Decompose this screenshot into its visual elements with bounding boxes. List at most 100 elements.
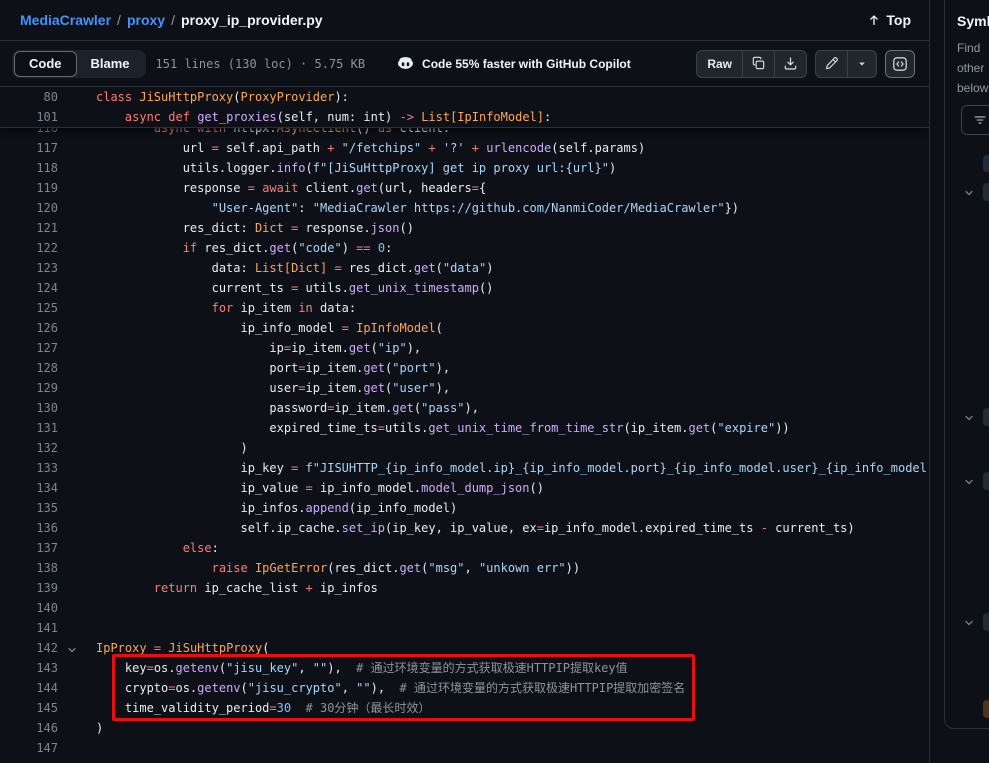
edit-file-button[interactable]	[816, 51, 847, 77]
code-text: "User-Agent": "MediaCrawler https://gith…	[96, 198, 929, 218]
line-number[interactable]: 132	[0, 438, 58, 458]
code-line: 121 res_dict: Dict = response.json()	[0, 218, 929, 238]
breadcrumb-separator: /	[171, 12, 175, 28]
line-number[interactable]: 134	[0, 478, 58, 498]
line-number[interactable]: 130	[0, 398, 58, 418]
symbol-kind-badge[interactable]	[983, 613, 989, 631]
sticky-scope-lines[interactable]: 80class JiSuHttpProxy(ProxyProvider):101…	[0, 87, 929, 128]
line-number[interactable]: 146	[0, 718, 58, 738]
gutter	[58, 358, 96, 378]
code-text: port=ip_item.get("port"),	[96, 358, 929, 378]
symbol-expand-chevron-icon[interactable]	[963, 411, 975, 429]
code-text: response = await client.get(url, headers…	[96, 178, 929, 198]
symbols-panel-description: Findotherbelow	[957, 38, 989, 98]
line-number[interactable]: 145	[0, 698, 58, 718]
line-number[interactable]: 120	[0, 198, 58, 218]
copy-raw-button[interactable]	[742, 51, 774, 77]
code-text: url = self.api_path + "/fetchips" + '?' …	[96, 138, 929, 158]
line-number[interactable]: 137	[0, 538, 58, 558]
line-number[interactable]: 135	[0, 498, 58, 518]
gutter	[58, 538, 96, 558]
code-line: 129 user=ip_item.get("user"),	[0, 378, 929, 398]
gutter	[58, 518, 96, 538]
code-line: 124 current_ts = utils.get_unix_timestam…	[0, 278, 929, 298]
code-text: )	[96, 718, 929, 738]
line-number[interactable]: 116	[0, 128, 58, 138]
symbol-kind-badge[interactable]	[983, 408, 989, 426]
gutter	[58, 87, 96, 107]
line-number[interactable]: 118	[0, 158, 58, 178]
code-text: current_ts = utils.get_unix_timestamp()	[96, 278, 929, 298]
code-line: 132 )	[0, 438, 929, 458]
gutter	[58, 598, 96, 618]
gutter	[58, 238, 96, 258]
code-text: async def get_proxies(self, num: int) ->…	[96, 107, 929, 127]
line-number[interactable]: 117	[0, 138, 58, 158]
symbol-expand-chevron-icon[interactable]	[963, 616, 975, 634]
line-number[interactable]: 138	[0, 558, 58, 578]
code-text: return ip_cache_list + ip_infos	[96, 578, 929, 598]
gutter	[58, 678, 96, 698]
symbols-panel-toggle[interactable]	[885, 50, 915, 78]
code-line: 120 "User-Agent": "MediaCrawler https://…	[0, 198, 929, 218]
breadcrumb-repo-link[interactable]: MediaCrawler	[20, 12, 111, 28]
line-number[interactable]: 127	[0, 338, 58, 358]
scroll-to-top-button[interactable]: Top	[867, 12, 911, 28]
line-number[interactable]: 140	[0, 598, 58, 618]
tab-code[interactable]: Code	[14, 51, 77, 77]
symbol-expand-chevron-icon[interactable]	[963, 475, 975, 493]
symbols-description-line: below	[957, 78, 989, 98]
line-number[interactable]: 121	[0, 218, 58, 238]
code-line: 117 url = self.api_path + "/fetchips" + …	[0, 138, 929, 158]
breadcrumb-folder-link[interactable]: proxy	[127, 12, 165, 28]
code-text: key=os.getenv("jisu_key", ""), # 通过环境变量的…	[96, 658, 929, 678]
line-number[interactable]: 131	[0, 418, 58, 438]
gutter	[58, 638, 96, 658]
symbol-kind-badge[interactable]	[983, 155, 989, 172]
symbol-expand-chevron-icon[interactable]	[963, 186, 975, 204]
line-number[interactable]: 144	[0, 678, 58, 698]
line-number[interactable]: 128	[0, 358, 58, 378]
code-text: IpProxy = JiSuHttpProxy(	[96, 638, 929, 658]
code-viewer: 80class JiSuHttpProxy(ProxyProvider):101…	[0, 87, 929, 758]
code-lines: 117 url = self.api_path + "/fetchips" + …	[0, 138, 929, 758]
file-toolbar: Code Blame 151 lines (130 loc) · 5.75 KB…	[0, 41, 929, 87]
gutter	[58, 578, 96, 598]
line-number[interactable]: 129	[0, 378, 58, 398]
download-raw-button[interactable]	[774, 51, 806, 77]
code-line: 125 for ip_item in data:	[0, 298, 929, 318]
symbol-kind-badge[interactable]	[983, 472, 989, 490]
line-number[interactable]: 141	[0, 618, 58, 638]
line-number[interactable]: 123	[0, 258, 58, 278]
code-line: 123 data: List[Dict] = res_dict.get("dat…	[0, 258, 929, 278]
line-number[interactable]: 101	[0, 107, 58, 127]
line-number[interactable]: 122	[0, 238, 58, 258]
code-line: 127 ip=ip_item.get("ip"),	[0, 338, 929, 358]
code-symbols-icon	[892, 56, 908, 72]
gutter	[58, 438, 96, 458]
copilot-banner: Code 55% faster with GitHub Copilot	[397, 55, 631, 72]
tab-blame[interactable]: Blame	[77, 52, 144, 76]
file-meta-info: 151 lines (130 loc) · 5.75 KB	[156, 57, 366, 71]
edit-options-dropdown[interactable]	[847, 51, 876, 77]
line-number[interactable]: 124	[0, 278, 58, 298]
line-number[interactable]: 125	[0, 298, 58, 318]
line-number[interactable]: 126	[0, 318, 58, 338]
line-number[interactable]: 142	[0, 638, 58, 658]
line-number[interactable]: 147	[0, 738, 58, 758]
line-number[interactable]: 133	[0, 458, 58, 478]
raw-button[interactable]: Raw	[697, 51, 742, 77]
line-number[interactable]: 143	[0, 658, 58, 678]
gutter	[58, 418, 96, 438]
symbol-kind-badge[interactable]	[983, 700, 989, 718]
line-number[interactable]: 119	[0, 178, 58, 198]
gutter	[58, 258, 96, 278]
line-number[interactable]: 80	[0, 87, 58, 107]
line-number[interactable]: 139	[0, 578, 58, 598]
filter-symbols-button[interactable]	[961, 105, 989, 135]
code-line: 147	[0, 738, 929, 758]
gutter	[58, 298, 96, 318]
gutter	[58, 558, 96, 578]
line-number[interactable]: 136	[0, 518, 58, 538]
symbol-kind-badge[interactable]	[983, 183, 989, 201]
